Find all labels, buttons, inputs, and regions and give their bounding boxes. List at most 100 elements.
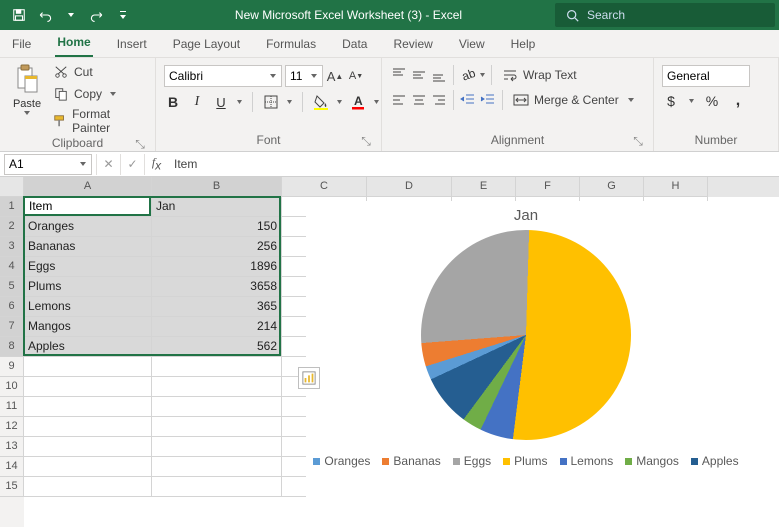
undo-dropdown[interactable] [60, 4, 82, 26]
row-header[interactable]: 6 [0, 297, 24, 317]
row-header[interactable]: 1 [0, 197, 24, 217]
increase-indent-button[interactable] [479, 91, 497, 109]
cell[interactable]: 365 [152, 297, 282, 317]
save-icon[interactable] [8, 4, 30, 26]
tab-page-layout[interactable]: Page Layout [171, 31, 242, 57]
align-top-button[interactable] [390, 66, 408, 84]
tab-review[interactable]: Review [391, 31, 434, 57]
select-all-corner[interactable] [0, 177, 24, 197]
cell[interactable] [24, 477, 152, 497]
font-name-combo[interactable]: Calibri [164, 65, 282, 87]
tab-help[interactable]: Help [509, 31, 538, 57]
cell[interactable] [152, 477, 282, 497]
column-header[interactable]: E [452, 177, 516, 197]
tab-file[interactable]: File [10, 31, 33, 57]
column-header[interactable]: F [516, 177, 580, 197]
tab-home[interactable]: Home [55, 29, 92, 57]
comma-button[interactable]: , [729, 92, 747, 110]
decrease-font-icon[interactable]: A▼ [347, 67, 365, 85]
cell[interactable]: Apples [24, 337, 152, 357]
align-bottom-button[interactable] [430, 66, 448, 84]
column-header[interactable]: D [367, 177, 452, 197]
cell[interactable]: 1896 [152, 257, 282, 277]
font-color-button[interactable]: A [349, 93, 367, 111]
cell[interactable] [24, 457, 152, 477]
search-box[interactable]: Search [555, 3, 775, 27]
cell[interactable] [152, 377, 282, 397]
row-header[interactable]: 3 [0, 237, 24, 257]
decrease-indent-button[interactable] [459, 91, 477, 109]
cancel-formula-button[interactable]: ✕ [96, 154, 120, 175]
formula-input[interactable]: Item [168, 157, 779, 171]
wrap-text-button[interactable]: Wrap Text [497, 66, 581, 84]
cell[interactable] [24, 397, 152, 417]
cell[interactable]: Eggs [24, 257, 152, 277]
cell[interactable]: 256 [152, 237, 282, 257]
cell[interactable] [24, 437, 152, 457]
cell[interactable]: Jan [152, 197, 282, 217]
cell[interactable] [152, 457, 282, 477]
column-header[interactable]: H [644, 177, 708, 197]
cell[interactable]: 562 [152, 337, 282, 357]
row-header[interactable]: 5 [0, 277, 24, 297]
cell[interactable]: 214 [152, 317, 282, 337]
borders-button[interactable] [262, 93, 280, 111]
qat-customize[interactable] [112, 4, 134, 26]
bold-button[interactable]: B [164, 93, 182, 111]
increase-font-icon[interactable]: A▲ [326, 67, 344, 85]
number-format-combo[interactable]: General [662, 65, 750, 87]
orientation-button[interactable]: ab [459, 66, 477, 84]
cell[interactable]: Item [24, 197, 152, 217]
column-header[interactable]: G [580, 177, 644, 197]
cell[interactable]: Oranges [24, 217, 152, 237]
cell[interactable]: Lemons [24, 297, 152, 317]
tab-data[interactable]: Data [340, 31, 369, 57]
cell[interactable]: 150 [152, 217, 282, 237]
column-header[interactable]: C [282, 177, 367, 197]
undo-button[interactable] [34, 4, 56, 26]
row-header[interactable]: 13 [0, 437, 24, 457]
percent-button[interactable]: % [703, 92, 721, 110]
italic-button[interactable]: I [188, 93, 206, 111]
row-header[interactable]: 10 [0, 377, 24, 397]
font-dialog-launcher[interactable]: ⤡ [359, 134, 373, 148]
redo-button[interactable] [86, 4, 108, 26]
row-header[interactable]: 15 [0, 477, 24, 497]
row-header[interactable]: 12 [0, 417, 24, 437]
tab-view[interactable]: View [457, 31, 487, 57]
pie-chart[interactable]: Jan OrangesBananasEggsPlumsLemonsMangosA… [306, 201, 746, 501]
cell[interactable] [152, 417, 282, 437]
underline-button[interactable]: U [212, 93, 230, 111]
quick-analysis-icon[interactable] [298, 367, 320, 389]
tab-insert[interactable]: Insert [115, 31, 149, 57]
enter-formula-button[interactable]: ✓ [120, 154, 144, 175]
row-header[interactable]: 7 [0, 317, 24, 337]
cell[interactable] [24, 417, 152, 437]
align-middle-button[interactable] [410, 66, 428, 84]
tab-formulas[interactable]: Formulas [264, 31, 318, 57]
alignment-dialog-launcher[interactable]: ⤡ [631, 134, 645, 148]
copy-button[interactable]: Copy [48, 84, 147, 104]
row-header[interactable]: 2 [0, 217, 24, 237]
cut-button[interactable]: Cut [48, 62, 147, 82]
font-size-combo[interactable]: 11 [285, 65, 323, 87]
column-header[interactable]: A [24, 177, 152, 197]
cell[interactable]: Plums [24, 277, 152, 297]
align-right-button[interactable] [430, 91, 448, 109]
accounting-format-button[interactable]: $ [662, 92, 680, 110]
cell[interactable]: Mangos [24, 317, 152, 337]
fill-color-button[interactable] [312, 93, 330, 111]
row-header[interactable]: 11 [0, 397, 24, 417]
paste-button[interactable]: Paste [8, 62, 46, 116]
row-header[interactable]: 14 [0, 457, 24, 477]
insert-function-button[interactable]: fx [144, 154, 168, 175]
column-header[interactable]: B [152, 177, 282, 197]
cell[interactable]: Bananas [24, 237, 152, 257]
worksheet-grid[interactable]: 123456789101112131415 ABCDEFGH Jan Orang… [0, 177, 779, 527]
clipboard-dialog-launcher[interactable]: ⤡ [133, 137, 147, 151]
cell[interactable]: 3658 [152, 277, 282, 297]
row-header[interactable]: 8 [0, 337, 24, 357]
align-left-button[interactable] [390, 91, 408, 109]
name-box[interactable]: A1 [4, 154, 92, 175]
cell[interactable] [24, 357, 152, 377]
